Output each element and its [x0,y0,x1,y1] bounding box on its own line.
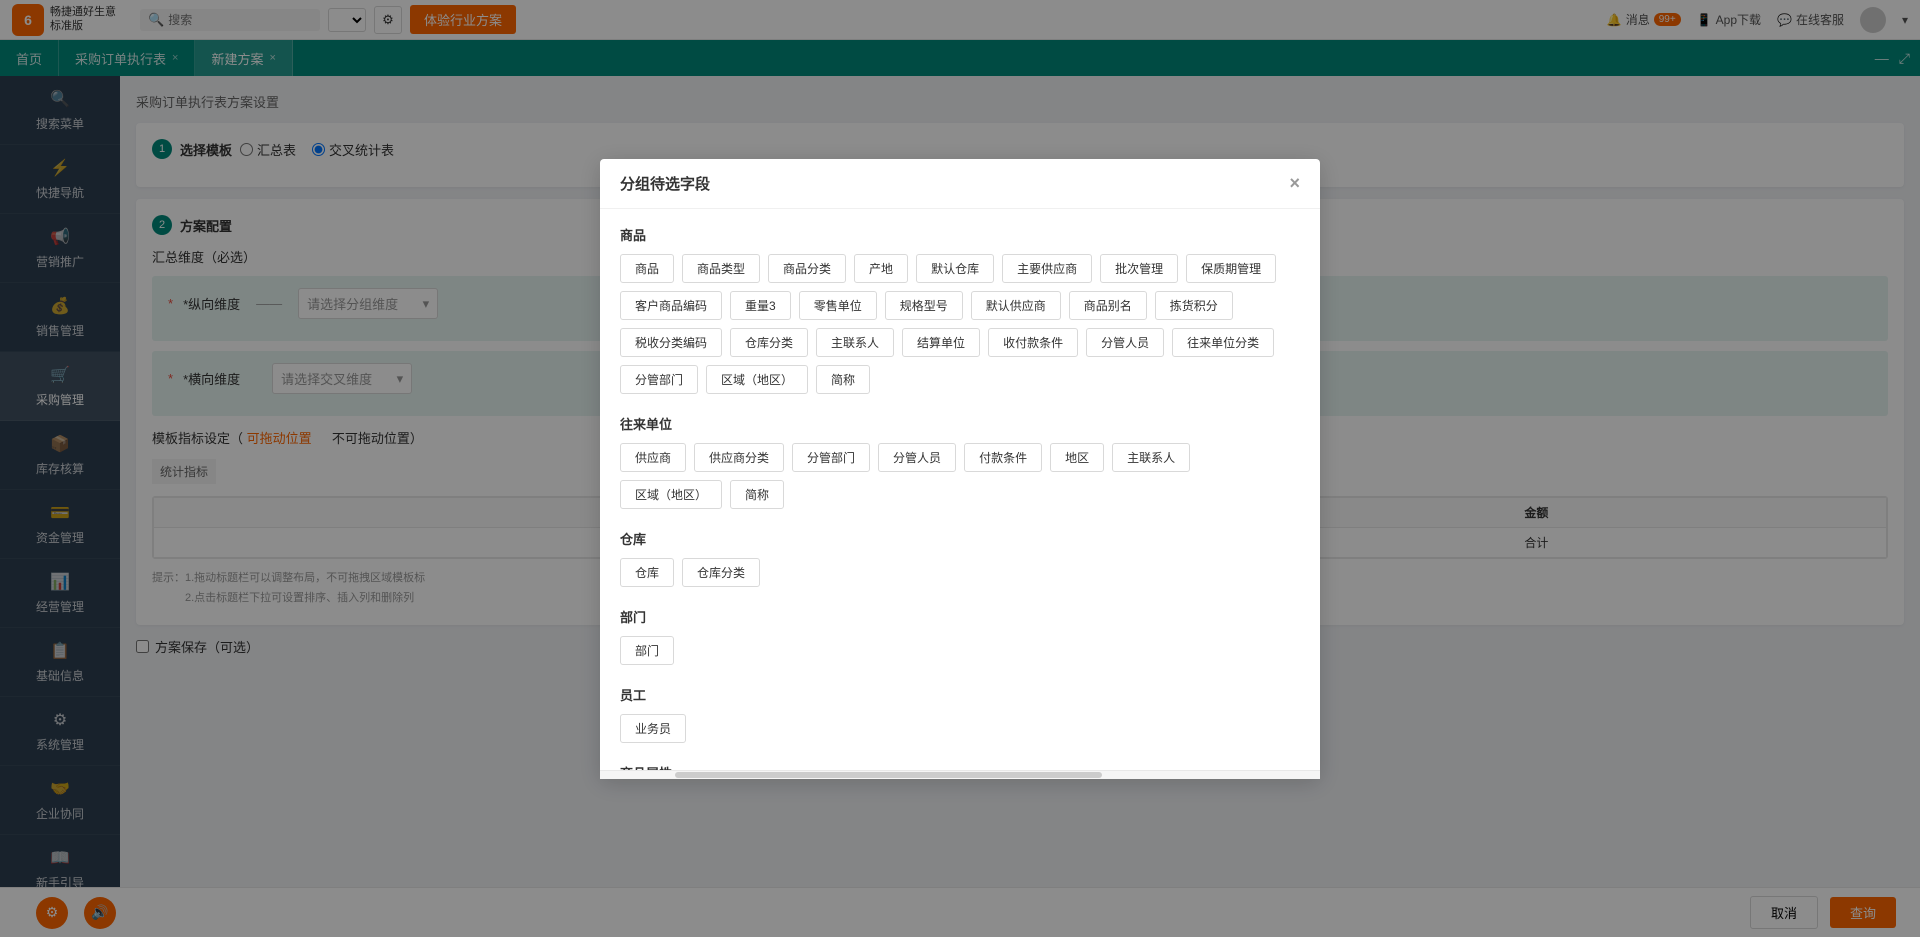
field-supplier[interactable]: 供应商 [620,443,686,472]
field-partner-admin-dept[interactable]: 分管部门 [792,443,870,472]
field-batch-manage[interactable]: 批次管理 [1100,254,1178,283]
field-payment-terms[interactable]: 收付款条件 [988,328,1078,357]
category-product-fields: 商品 商品类型 商品分类 产地 默认仓库 主要供应商 批次管理 保质期管理 客户… [620,254,1300,394]
field-product-alias[interactable]: 商品别名 [1069,291,1147,320]
field-region-product[interactable]: 区域（地区） [706,365,808,394]
category-product-title: 商品 [620,225,1300,244]
category-partner-title: 往来单位 [620,414,1300,433]
category-product-attr-title: 商品属性 [620,763,1300,771]
category-warehouse: 仓库 仓库 仓库分类 [620,529,1300,587]
field-partner-area[interactable]: 区域（地区） [620,480,722,509]
modal-hscrollbar[interactable] [600,770,1320,778]
modal-title: 分组待选字段 [620,173,710,194]
field-product-category[interactable]: 商品分类 [768,254,846,283]
modal-hscroll-thumb[interactable] [675,772,1102,778]
field-transaction-category[interactable]: 往来单位分类 [1172,328,1274,357]
field-main-supplier[interactable]: 主要供应商 [1002,254,1092,283]
field-admin-staff[interactable]: 分管人员 [1086,328,1164,357]
field-customer-sku[interactable]: 客户商品编码 [620,291,722,320]
modal-dialog: 分组待选字段 × 商品 商品 商品类型 商品分类 产地 默认仓库 主要供应商 批… [600,159,1320,779]
field-partner-region[interactable]: 地区 [1050,443,1104,472]
field-product[interactable]: 商品 [620,254,674,283]
field-dept[interactable]: 部门 [620,636,674,665]
category-staff-fields: 业务员 [620,714,1300,743]
field-settle-unit[interactable]: 结算单位 [902,328,980,357]
category-dept: 部门 部门 [620,607,1300,665]
category-partner: 往来单位 供应商 供应商分类 分管部门 分管人员 付款条件 地区 主联系人 区域… [620,414,1300,509]
category-staff-title: 员工 [620,685,1300,704]
field-shelf-life[interactable]: 保质期管理 [1186,254,1276,283]
category-product-attr: 商品属性 属性 颜色 多规格 尺码 鞋码 1 [620,763,1300,771]
field-salesperson[interactable]: 业务员 [620,714,686,743]
category-warehouse-fields: 仓库 仓库分类 [620,558,1300,587]
field-partner-main-contact[interactable]: 主联系人 [1112,443,1190,472]
field-short-name-product[interactable]: 简称 [816,365,870,394]
field-tax-code[interactable]: 税收分类编码 [620,328,722,357]
field-warehouse-cat[interactable]: 仓库分类 [682,558,760,587]
field-supplier-category[interactable]: 供应商分类 [694,443,784,472]
field-weight3[interactable]: 重量3 [730,291,791,320]
field-default-warehouse[interactable]: 默认仓库 [916,254,994,283]
category-partner-fields: 供应商 供应商分类 分管部门 分管人员 付款条件 地区 主联系人 区域（地区） … [620,443,1300,509]
field-warehouse-category[interactable]: 仓库分类 [730,328,808,357]
field-partner-admin-staff[interactable]: 分管人员 [878,443,956,472]
field-retail-unit[interactable]: 零售单位 [799,291,877,320]
field-warehouse[interactable]: 仓库 [620,558,674,587]
field-spec-model[interactable]: 规格型号 [885,291,963,320]
modal-overlay: 分组待选字段 × 商品 商品 商品类型 商品分类 产地 默认仓库 主要供应商 批… [0,0,1920,937]
category-dept-fields: 部门 [620,636,1300,665]
field-origin[interactable]: 产地 [854,254,908,283]
category-dept-title: 部门 [620,607,1300,626]
field-main-contact[interactable]: 主联系人 [816,328,894,357]
field-partner-short-name[interactable]: 简称 [730,480,784,509]
field-admin-dept[interactable]: 分管部门 [620,365,698,394]
field-default-supplier[interactable]: 默认供应商 [971,291,1061,320]
category-product: 商品 商品 商品类型 商品分类 产地 默认仓库 主要供应商 批次管理 保质期管理… [620,225,1300,394]
modal-close-button[interactable]: × [1289,174,1300,192]
modal-header: 分组待选字段 × [600,159,1320,209]
field-payment-condition[interactable]: 付款条件 [964,443,1042,472]
category-staff: 员工 业务员 [620,685,1300,743]
field-product-type[interactable]: 商品类型 [682,254,760,283]
field-pick-points[interactable]: 拣货积分 [1155,291,1233,320]
category-warehouse-title: 仓库 [620,529,1300,548]
modal-body: 商品 商品 商品类型 商品分类 产地 默认仓库 主要供应商 批次管理 保质期管理… [600,209,1320,771]
